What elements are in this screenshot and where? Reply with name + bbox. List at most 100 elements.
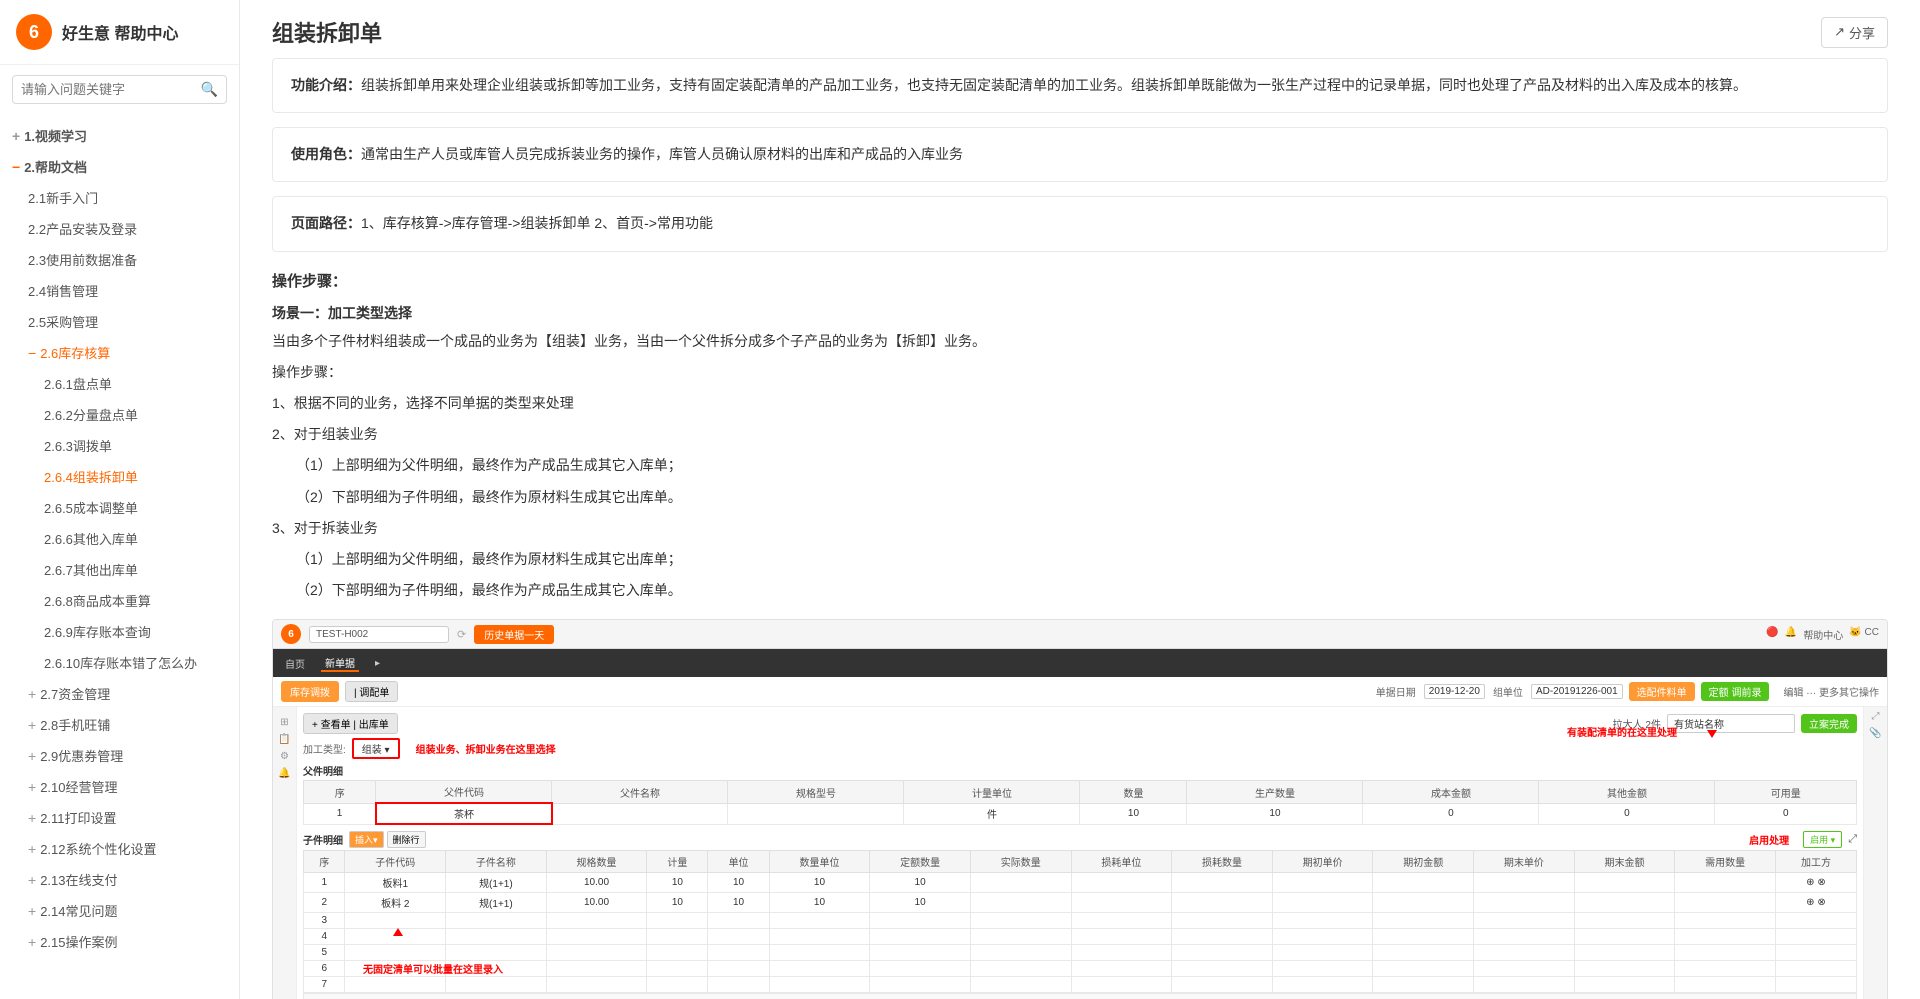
ss-icon1: ⊞ <box>280 717 288 728</box>
plus-icon: + <box>28 779 36 795</box>
ss-lower-table-title: 子件明细 <box>303 832 343 847</box>
sidebar-item-s2_9[interactable]: +2.9优惠券管理 <box>0 740 239 771</box>
ss-nav-home[interactable]: 自页 <box>281 656 309 671</box>
sidebar-item-s2_11[interactable]: +2.11打印设置 <box>0 802 239 833</box>
sidebar-item-label: 2.8手机旺铺 <box>40 715 110 734</box>
plus-icon: + <box>28 748 36 764</box>
ss-new-doc-btn[interactable]: 历史单据一天 <box>474 625 554 644</box>
table-row: 6 <box>304 961 1857 977</box>
func-intro-text: 组装拆卸单用来处理企业组装或拆卸等加工业务，支持有固定装配清单的产品加工业务，也… <box>361 77 1747 93</box>
ss-cell-unit: 件 <box>904 803 1080 824</box>
ss-nav-new[interactable]: 新单据 <box>321 655 359 672</box>
sidebar-item-s2_15[interactable]: +2.15操作案例 <box>0 926 239 957</box>
step2: 2、对于组装业务 <box>272 422 1888 447</box>
table-row: 1 板料1 规(1+1) 10.00 10 10 10 10 <box>304 873 1857 893</box>
app-logo: 6 <box>16 14 52 50</box>
ss-bell-icon: 🔔 <box>1785 627 1797 642</box>
sidebar-item-s2_6_3[interactable]: 2.6.3调拨单 <box>0 430 239 461</box>
sidebar-item-s2_6[interactable]: −2.6库存核算 <box>0 337 239 368</box>
scene-desc: 当由多个子件材料组装成一个成品的业务为【组装】业务，当由一个父件拆分成多个子产品… <box>272 329 1888 354</box>
scene-title: 场景一：加工类型选择 <box>272 303 1888 323</box>
ss-col-parent-code: 父件代码 <box>376 781 552 804</box>
ss-enable-btn[interactable]: 启用 ▾ <box>1803 831 1842 848</box>
ss-tab-new-doc[interactable]: | 调配单 <box>345 681 398 702</box>
sidebar-item-label: 1.视频学习 <box>24 126 87 145</box>
steps-label2: 操作步骤： <box>272 360 1888 385</box>
sidebar-item-s2_7[interactable]: +2.7资金管理 <box>0 678 239 709</box>
sidebar-item-s2_4[interactable]: 2.4销售管理 <box>0 275 239 306</box>
step1: 1、根据不同的业务，选择不同单据的类型来处理 <box>272 391 1888 416</box>
ss-type-row: 加工类型: 组装 ▾ 组装业务、拆卸业务在这里选择 <box>303 738 1857 759</box>
ss-col-spec: 规格型号 <box>728 781 904 804</box>
sidebar-item-s2_5[interactable]: 2.5采购管理 <box>0 306 239 337</box>
sidebar-item-label: 2.6.2分量盘点单 <box>44 405 138 424</box>
sidebar-item-s2_6_7[interactable]: 2.6.7其他出库单 <box>0 554 239 585</box>
ss-type-selector[interactable]: 组装 ▾ <box>352 738 400 759</box>
sidebar-header: 6 好生意 帮助中心 <box>0 0 239 65</box>
ss-icons: 🔴 🔔 帮助中心 🐱 CC <box>1766 627 1879 642</box>
ss-col-avail: 可用量 <box>1715 781 1857 804</box>
sidebar-item-label: 2.6.5成本调整单 <box>44 498 138 517</box>
sidebar-item-s2[interactable]: −2.帮助文档 <box>0 151 239 182</box>
ss-select-bom-btn[interactable]: 选配件料单 <box>1629 682 1695 701</box>
ss-lower-btn2[interactable]: 删除行 <box>387 831 426 848</box>
ss-col-seq: 序 <box>304 781 376 804</box>
ss-nav-other[interactable]: ▸ <box>371 658 384 669</box>
sidebar-item-s2_6_2[interactable]: 2.6.2分量盘点单 <box>0 399 239 430</box>
search-icon[interactable]: 🔍 <box>201 81 218 98</box>
role-text: 通常由生产人员或库管人员完成拆装业务的操作，库管人员确认原材料的出库和产成品的入… <box>361 146 963 162</box>
search-input[interactable] <box>21 82 201 97</box>
th-quota: 定额数量 <box>870 851 971 873</box>
sidebar-item-s2_12[interactable]: +2.12系统个性化设置 <box>0 833 239 864</box>
sidebar-item-s2_3[interactable]: 2.3使用前数据准备 <box>0 244 239 275</box>
sidebar-item-s2_2[interactable]: 2.2产品安装及登录 <box>0 213 239 244</box>
sidebar-item-s2_13[interactable]: +2.13在线支付 <box>0 864 239 895</box>
sidebar-item-s2_6_10[interactable]: 2.6.10库存账本错了怎么办 <box>0 647 239 678</box>
plus-icon: + <box>12 128 20 144</box>
sidebar-item-label: 2.2产品安装及登录 <box>28 219 137 238</box>
ss-confirm-btn[interactable]: 定额 调前录 <box>1701 682 1770 701</box>
sidebar-item-s2_6_9[interactable]: 2.6.9库存账本查询 <box>0 616 239 647</box>
ss-cell-cost: 0 <box>1363 803 1539 824</box>
ss-icon2: 📋 <box>278 734 290 745</box>
sidebar-item-s2_10[interactable]: +2.10经营管理 <box>0 771 239 802</box>
ss-lower-btn1[interactable]: 插入▾ <box>349 831 384 848</box>
sidebar-item-s2_14[interactable]: +2.14常见问题 <box>0 895 239 926</box>
step3-1: （1）上部明细为父件明细，最终作为原材料生成其它出库单； <box>272 547 1888 572</box>
sidebar-item-s2_1[interactable]: 2.1新手入门 <box>0 182 239 213</box>
sidebar-item-s2_6_5[interactable]: 2.6.5成本调整单 <box>0 492 239 523</box>
ss-apply-btn[interactable]: 立案完成 <box>1801 714 1857 733</box>
sidebar-item-label: 2.6.1盘点单 <box>44 374 112 393</box>
share-button[interactable]: ↗ 分享 <box>1821 17 1888 48</box>
sidebar-item-s2_6_4[interactable]: 2.6.4组装拆卸单 <box>0 461 239 492</box>
sidebar-item-s2_8[interactable]: +2.8手机旺铺 <box>0 709 239 740</box>
ss-cell-avail: 0 <box>1715 803 1857 824</box>
sidebar-item-label: 2.4销售管理 <box>28 281 98 300</box>
sidebar-item-label: 2.5采购管理 <box>28 312 98 331</box>
path-text: 1、库存核算->库存管理->组装拆卸单 2、首页->常用功能 <box>361 215 713 231</box>
ann-process-label: 启用处理 <box>1749 832 1789 847</box>
sidebar-item-label: 2.10经营管理 <box>40 777 117 796</box>
search-box[interactable]: 🔍 <box>12 75 227 104</box>
content-area: 功能介绍：组装拆卸单用来处理企业组装或拆卸等加工业务，支持有固定装配清单的产品加… <box>240 58 1920 999</box>
ss-tab-inventory[interactable]: 库存调拨 <box>281 681 339 702</box>
ss-expand-icon: ⤢ <box>1848 833 1857 846</box>
plus-icon: + <box>28 841 36 857</box>
th-actual: 实际数量 <box>970 851 1071 873</box>
func-intro-block: 功能介绍：组装拆卸单用来处理企业组装或拆卸等加工业务，支持有固定装配清单的产品加… <box>272 58 1888 113</box>
table-row: 7 <box>304 977 1857 993</box>
sidebar-item-label: 2.6.10库存账本错了怎么办 <box>44 653 197 672</box>
ss-btn-view[interactable]: + 查看单 | 出库单 <box>303 713 398 734</box>
screenshot-container: 6 TEST-H002 ⟳ 历史单据一天 🔴 🔔 帮助中心 🐱 CC 自页 新单… <box>272 619 1888 999</box>
screenshot-inner: 6 TEST-H002 ⟳ 历史单据一天 🔴 🔔 帮助中心 🐱 CC 自页 新单… <box>273 620 1887 999</box>
sidebar-item-label: 2.7资金管理 <box>40 684 110 703</box>
ann-bom-label: 有装配清单的在这里处理 <box>1567 724 1677 739</box>
ss-warehouse-field[interactable]: 有货站名称 <box>1667 714 1795 733</box>
sidebar-item-s1[interactable]: +1.视频学习 <box>0 120 239 151</box>
ann-arrow-batch <box>393 928 403 936</box>
sidebar-item-s2_6_6[interactable]: 2.6.6其他入库单 <box>0 523 239 554</box>
ss-logo: 6 <box>281 624 301 644</box>
sidebar-item-s2_6_1[interactable]: 2.6.1盘点单 <box>0 368 239 399</box>
sidebar-item-s2_6_8[interactable]: 2.6.8商品成本重算 <box>0 585 239 616</box>
table-row: 2 板料 2 规(1+1) 10.00 10 10 10 10 <box>304 893 1857 913</box>
